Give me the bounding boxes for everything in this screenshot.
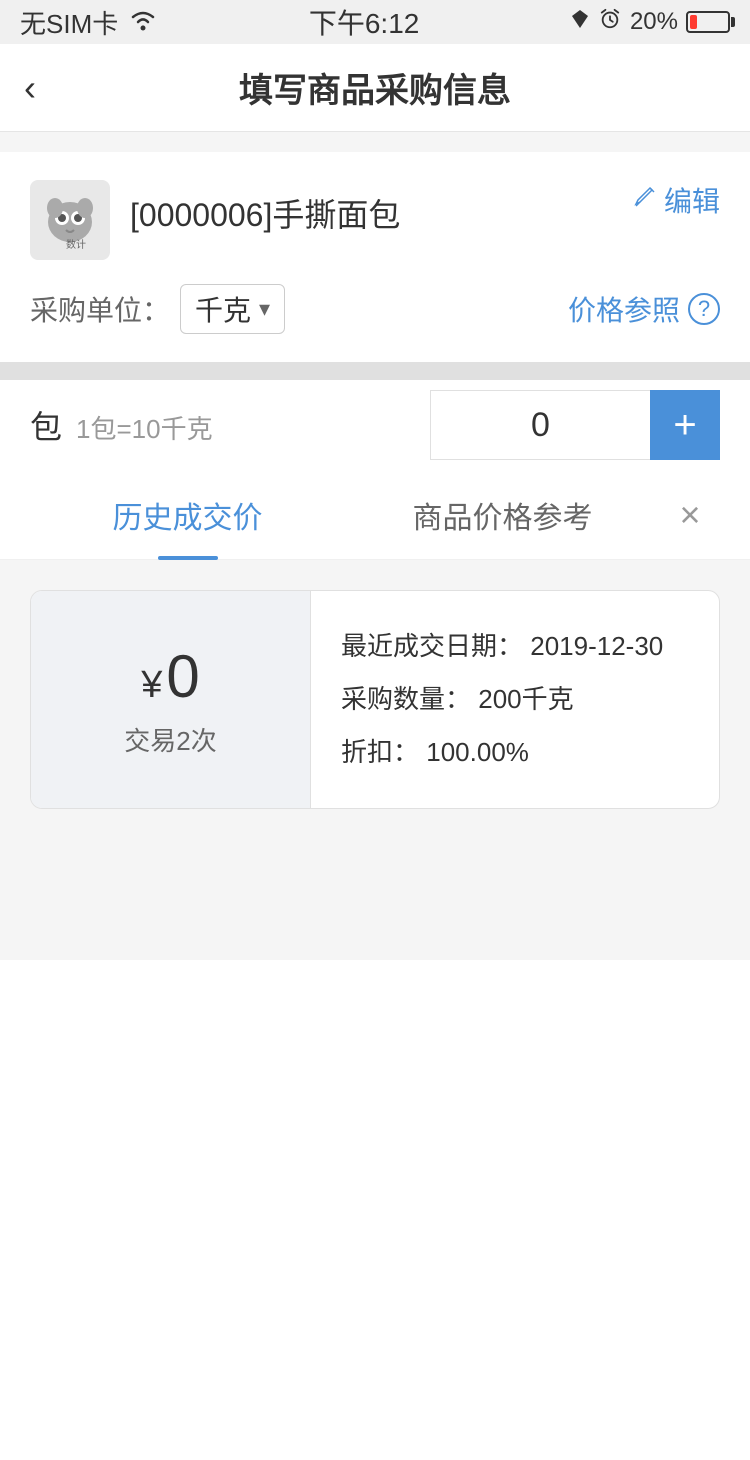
location-icon [570,8,590,37]
status-right: 20% [570,8,730,37]
product-left: 数计 [0000006]手撕面包 [30,180,400,260]
transaction-price: ¥ 0 [141,642,200,711]
status-time: 下午6:12 [309,2,420,42]
wifi-icon [128,7,158,38]
tab-history-label: 历史成交价 [113,493,263,537]
page-title: 填写商品采购信息 [239,63,511,112]
battery-icon [686,11,730,33]
purchase-qty-row: 采购数量： 200千克 [341,680,689,719]
section-divider [0,362,750,380]
price-ref-button[interactable]: 价格参照 ? [568,289,720,329]
card-left-summary: ¥ 0 交易2次 [31,591,311,808]
quantity-plus-button[interactable]: + [650,390,720,460]
product-thumbnail: 数计 [30,180,110,260]
recent-date-value: 2019-12-30 [530,631,663,661]
recent-date-label: 最近成交日期： [341,631,523,661]
tab-price-ref-label: 商品价格参考 [413,493,593,537]
purchase-qty-value: 200千克 [478,684,573,714]
product-name: [0000006]手撕面包 [130,180,400,236]
price-value: 0 [166,642,199,711]
quantity-input-area: + [430,390,720,460]
transaction-times: 交易2次 [124,721,216,758]
unit-selector[interactable]: 千克 ▾ [180,284,285,334]
tab-history-price[interactable]: 历史成交价 [30,470,345,560]
status-bar: 无SIM卡 下午6:12 20% [0,0,750,44]
alarm-icon [598,8,622,37]
discount-value: 100.00% [426,737,529,767]
tabs-bar: 历史成交价 商品价格参考 × [0,470,750,560]
unit-value: 千克 [195,289,251,329]
content-area: ¥ 0 交易2次 最近成交日期： 2019-12-30 采购数量： 200千克 … [0,560,750,960]
quantity-left: 包 1包=10千克 [30,402,213,448]
transaction-card: ¥ 0 交易2次 最近成交日期： 2019-12-30 采购数量： 200千克 … [30,590,720,809]
quantity-input[interactable] [430,390,650,460]
price-ref-label: 价格参照 [568,289,680,329]
edit-button[interactable]: 编辑 [632,180,720,220]
bottom-whitespace [0,960,750,1460]
nav-bar: ‹ 填写商品采购信息 [0,44,750,132]
quantity-unit: 包 [30,402,62,448]
edit-label: 编辑 [664,180,720,220]
recent-date-row: 最近成交日期： 2019-12-30 [341,627,689,666]
product-unit-row: 采购单位： 千克 ▾ 价格参照 ? [30,284,720,334]
yuan-symbol: ¥ [141,664,162,707]
status-left: 无SIM卡 [20,4,158,41]
edit-icon [632,184,658,217]
tab-active-indicator [158,556,218,560]
owl-logo-icon: 数计 [40,190,100,250]
battery-percentage: 20% [630,8,678,36]
svg-text:数计: 数计 [66,238,86,250]
tab-close-button[interactable]: × [660,485,720,545]
discount-row: 折扣： 100.00% [341,733,689,772]
discount-label: 折扣： [341,737,419,767]
back-button[interactable]: ‹ [24,67,36,109]
unit-label: 采购单位： [30,289,170,329]
help-circle-icon: ? [688,293,720,325]
quantity-conversion: 1包=10千克 [76,409,213,446]
card-right-details: 最近成交日期： 2019-12-30 采购数量： 200千克 折扣： 100.0… [311,591,719,808]
purchase-qty-label: 采购数量： [341,684,471,714]
product-card: 数计 [0000006]手撕面包 编辑 采购单位： 千克 ▾ [0,152,750,362]
carrier-text: 无SIM卡 [20,4,118,41]
tab-product-price-ref[interactable]: 商品价格参考 [345,470,660,560]
quantity-row: 包 1包=10千克 + [0,380,750,470]
dropdown-arrow-icon: ▾ [259,296,270,322]
product-header: 数计 [0000006]手撕面包 编辑 [30,180,720,260]
